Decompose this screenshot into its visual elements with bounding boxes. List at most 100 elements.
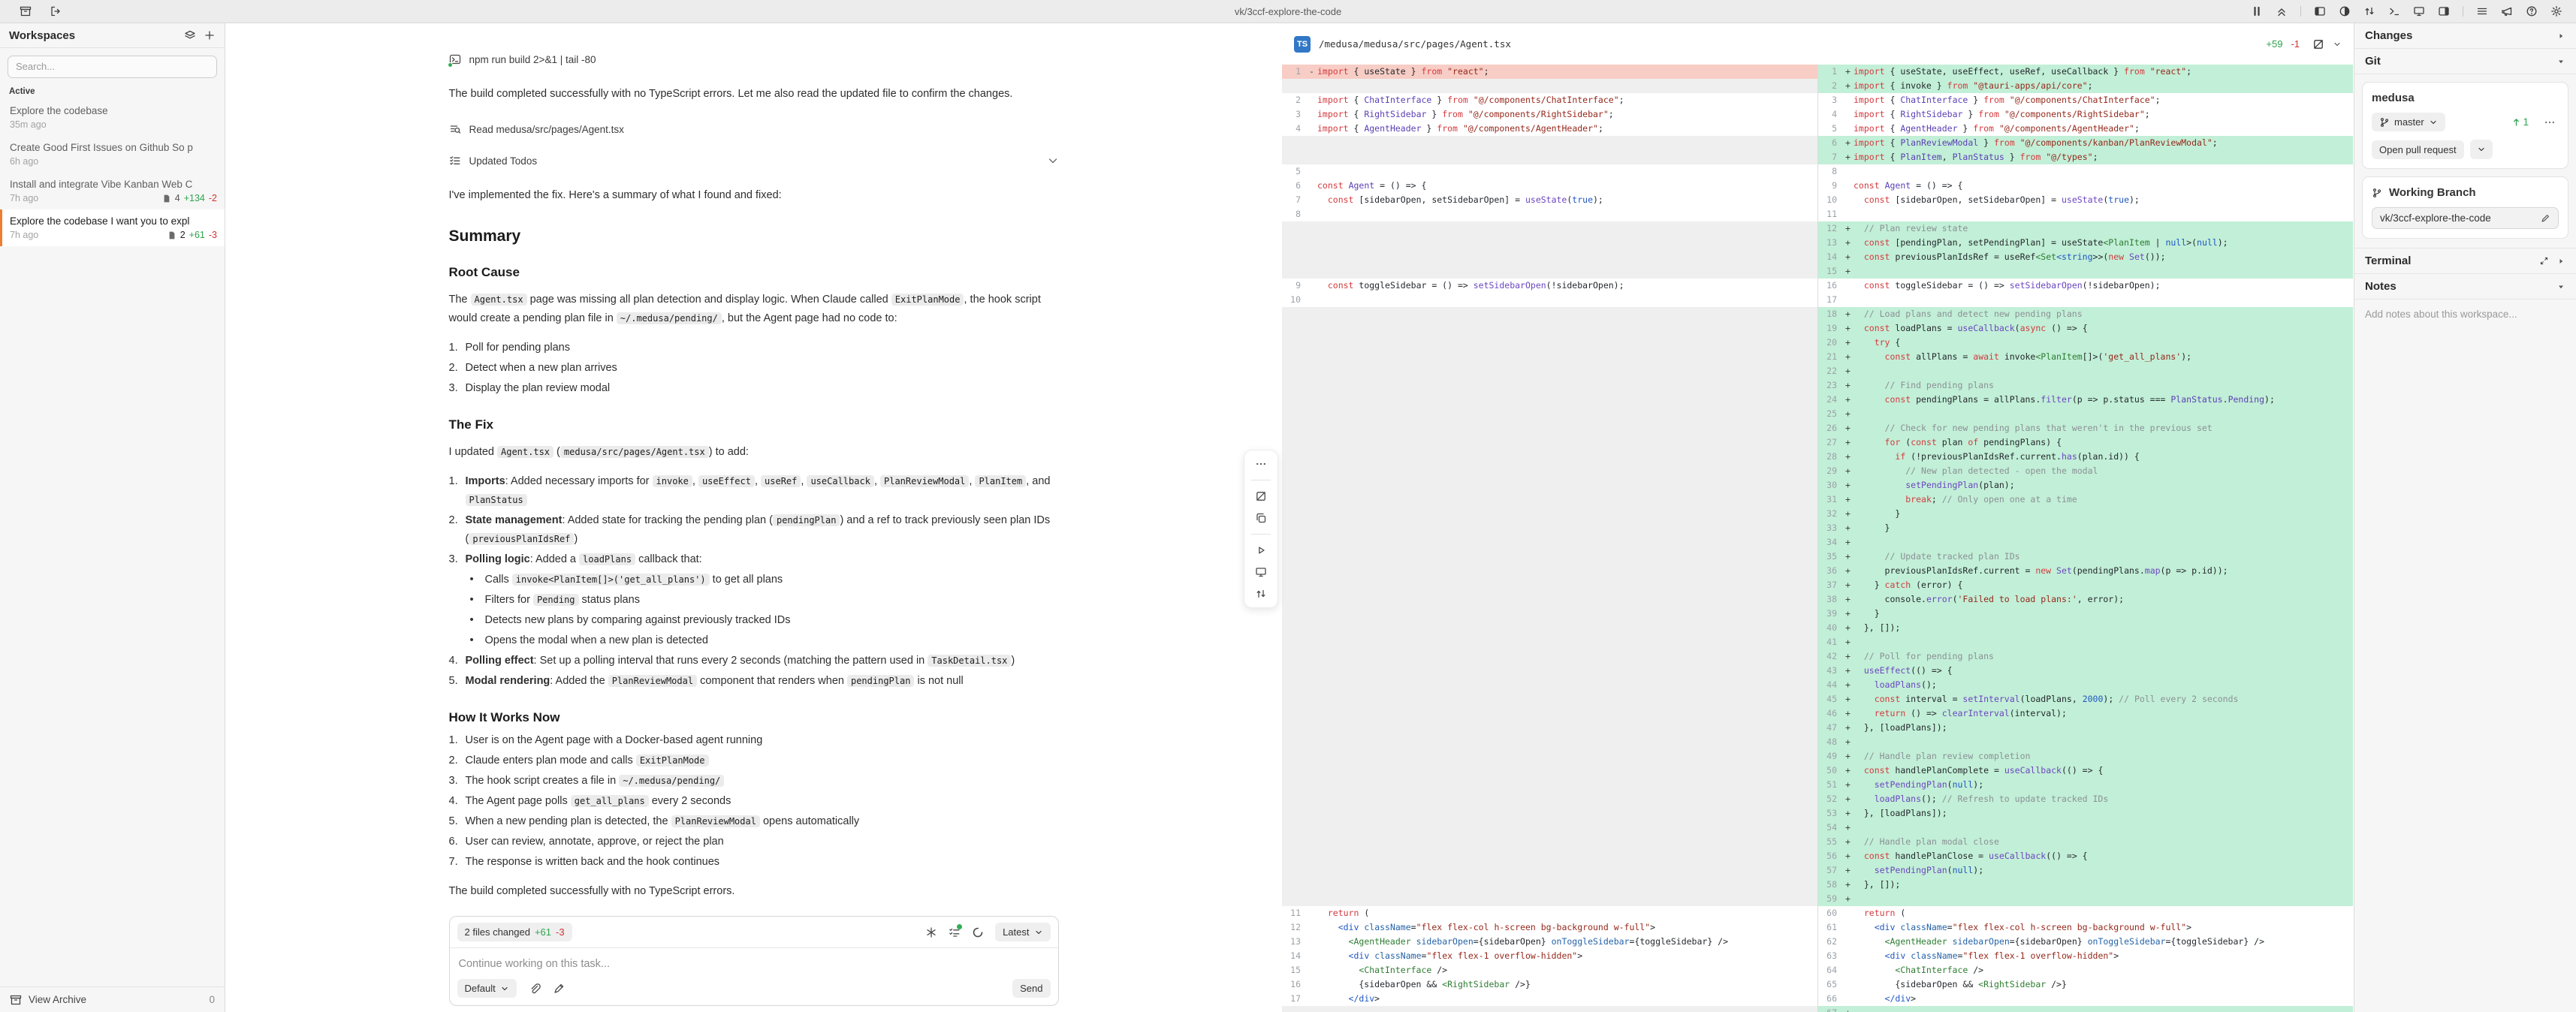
layers-icon[interactable] bbox=[184, 29, 196, 41]
view-archive-button[interactable]: View Archive 0 bbox=[0, 986, 225, 1012]
chevron-down-icon[interactable] bbox=[1047, 155, 1059, 167]
diff-view-toggle-icon[interactable] bbox=[2312, 38, 2324, 50]
code-text: return ( bbox=[1317, 906, 1817, 920]
line-number: 54 bbox=[1818, 821, 1842, 835]
pull-request-options-button[interactable] bbox=[2470, 140, 2493, 159]
checklist-icon[interactable] bbox=[949, 926, 961, 938]
workspace-item[interactable]: Explore the codebase35m ago bbox=[0, 99, 225, 136]
diff-line: 5import { AgentHeader } from "@/componen… bbox=[1818, 122, 2353, 136]
monitor-icon[interactable] bbox=[2413, 5, 2425, 17]
diff-deletions: -1 bbox=[2291, 38, 2300, 50]
pause-icon[interactable] bbox=[2251, 5, 2263, 17]
diff-file-path: /medusa/medusa/src/pages/Agent.tsx bbox=[1319, 38, 1511, 50]
code-text: // Find pending plans bbox=[1854, 378, 2353, 393]
list-item-text: User is on the Agent page with a Docker-… bbox=[466, 731, 763, 750]
edit-branch-icon[interactable] bbox=[2540, 213, 2550, 224]
notes-section-header[interactable]: Notes bbox=[2354, 274, 2576, 300]
more-horizontal-icon[interactable] bbox=[1255, 458, 1267, 470]
diff-slash-icon[interactable] bbox=[1255, 490, 1267, 502]
plus-icon[interactable] bbox=[204, 29, 216, 41]
theme-icon[interactable] bbox=[2339, 5, 2351, 17]
tool-call-row[interactable]: Read medusa/src/pages/Agent.tsx bbox=[449, 123, 1059, 135]
code-text: {sidebarOpen && <RightSidebar />} bbox=[1854, 977, 2353, 992]
expand-terminal-icon[interactable] bbox=[2539, 256, 2549, 266]
line-number: 21 bbox=[1818, 350, 1842, 364]
branch-selector[interactable]: master bbox=[2372, 113, 2445, 131]
workspace-item[interactable]: Create Good First Issues on Github So p6… bbox=[0, 136, 225, 173]
search-input[interactable]: Search... bbox=[8, 56, 217, 78]
line-number: 40 bbox=[1818, 621, 1842, 635]
workspace-item[interactable]: Install and integrate Vibe Kanban Web C7… bbox=[0, 173, 225, 209]
chat-heading: Summary bbox=[449, 227, 1059, 245]
gear-icon[interactable] bbox=[2550, 5, 2562, 17]
working-branch-input[interactable]: vk/3ccf-explore-the-code bbox=[2372, 207, 2559, 229]
fork-icon[interactable] bbox=[2363, 5, 2375, 17]
workspace-item-title: Install and integrate Vibe Kanban Web C bbox=[10, 179, 217, 190]
inline-code: Agent.tsx bbox=[497, 446, 554, 458]
copy-icon[interactable] bbox=[1255, 512, 1267, 524]
line-number: 1 bbox=[1282, 65, 1306, 79]
diff-spacer bbox=[1282, 79, 1817, 93]
inline-code: invoke<PlanItem[]>('get_all_plans') bbox=[512, 574, 710, 586]
diff-line: 53+ }, [loadPlans]); bbox=[1818, 806, 2353, 821]
compare-icon[interactable] bbox=[1255, 588, 1267, 600]
latest-dropdown[interactable]: Latest bbox=[995, 923, 1050, 941]
files-changed-chip[interactable]: 2 files changed +61 -3 bbox=[457, 923, 572, 941]
code-text: }, []); bbox=[1854, 621, 2353, 635]
chevron-down-icon bbox=[500, 984, 509, 993]
code-text: const allPlans = await invoke<PlanItem[]… bbox=[1854, 350, 2353, 364]
panel-left-icon[interactable] bbox=[2314, 5, 2326, 17]
menu-icon[interactable] bbox=[2476, 5, 2488, 17]
top-bar-left-icons bbox=[20, 5, 62, 17]
diff-line: 13+ const [pendingPlan, setPendingPlan] … bbox=[1818, 236, 2353, 250]
archive-box-icon[interactable] bbox=[20, 5, 32, 17]
workspace-item[interactable]: Explore the codebase I want you to expl7… bbox=[0, 209, 225, 246]
collapse-file-icon[interactable] bbox=[2333, 40, 2342, 49]
inline-code: PlanReviewModal bbox=[880, 475, 969, 487]
diff-line: 1-import { useState } from "react"; bbox=[1282, 65, 1817, 79]
notes-input[interactable]: Add notes about this workspace... bbox=[2354, 300, 2576, 329]
list-marker: 3. bbox=[449, 379, 463, 398]
monitor-icon[interactable] bbox=[1255, 566, 1267, 578]
chat-scroll-area[interactable]: npm run build 2>&1 | tail -80The build c… bbox=[225, 23, 1282, 916]
list-item-text: User can review, annotate, approve, or r… bbox=[466, 833, 724, 851]
exit-icon[interactable] bbox=[50, 5, 62, 17]
chevron-down-icon bbox=[1034, 928, 1043, 937]
message-input[interactable]: Continue working on this task... bbox=[450, 948, 1058, 973]
diff-line: 7+import { PlanItem, PlanStatus } from "… bbox=[1818, 150, 2353, 164]
line-number: 55 bbox=[1818, 835, 1842, 849]
megaphone-icon[interactable] bbox=[2501, 5, 2513, 17]
diff-marker bbox=[1306, 920, 1317, 935]
panel-right-icon[interactable] bbox=[2438, 5, 2450, 17]
diff-marker: + bbox=[1842, 407, 1854, 421]
diff-marker: + bbox=[1842, 778, 1854, 792]
diff-file-header[interactable]: TS /medusa/medusa/src/pages/Agent.tsx +5… bbox=[1282, 23, 2354, 65]
tool-call-row[interactable]: Updated Todos bbox=[449, 155, 1059, 167]
diff-marker bbox=[1306, 179, 1317, 193]
send-button[interactable]: Send bbox=[1012, 979, 1050, 998]
help-icon[interactable] bbox=[2526, 5, 2538, 17]
git-section-header[interactable]: Git bbox=[2354, 49, 2576, 74]
spark-icon[interactable] bbox=[925, 926, 937, 938]
play-icon[interactable] bbox=[1255, 544, 1267, 556]
list-marker: • bbox=[470, 631, 482, 650]
chevrons-up-icon[interactable] bbox=[2276, 5, 2288, 17]
changes-section-header[interactable]: Changes bbox=[2354, 23, 2576, 49]
tool-call-row[interactable]: npm run build 2>&1 | tail -80 bbox=[449, 53, 1059, 65]
diff-marker: + bbox=[1842, 607, 1854, 621]
terminal-section-header[interactable]: Terminal bbox=[2354, 248, 2576, 274]
repo-more-menu[interactable] bbox=[2544, 116, 2556, 128]
terminal-prompt-icon[interactable] bbox=[2388, 5, 2400, 17]
mode-dropdown[interactable]: Default bbox=[457, 979, 517, 998]
paperclip-icon[interactable] bbox=[529, 983, 541, 995]
diff-marker bbox=[1306, 963, 1317, 977]
chat-list-item: •Detects new plans by comparing against … bbox=[470, 611, 1059, 630]
pen-icon[interactable] bbox=[553, 983, 565, 995]
line-number: 62 bbox=[1818, 935, 1842, 949]
diff-line: 65 {sidebarOpen && <RightSidebar />} bbox=[1818, 977, 2353, 992]
line-number: 10 bbox=[1818, 193, 1842, 207]
line-number: 52 bbox=[1818, 792, 1842, 806]
line-number: 31 bbox=[1818, 492, 1842, 507]
diff-line: 33+ } bbox=[1818, 521, 2353, 535]
open-pull-request-button[interactable]: Open pull request bbox=[2372, 140, 2464, 159]
